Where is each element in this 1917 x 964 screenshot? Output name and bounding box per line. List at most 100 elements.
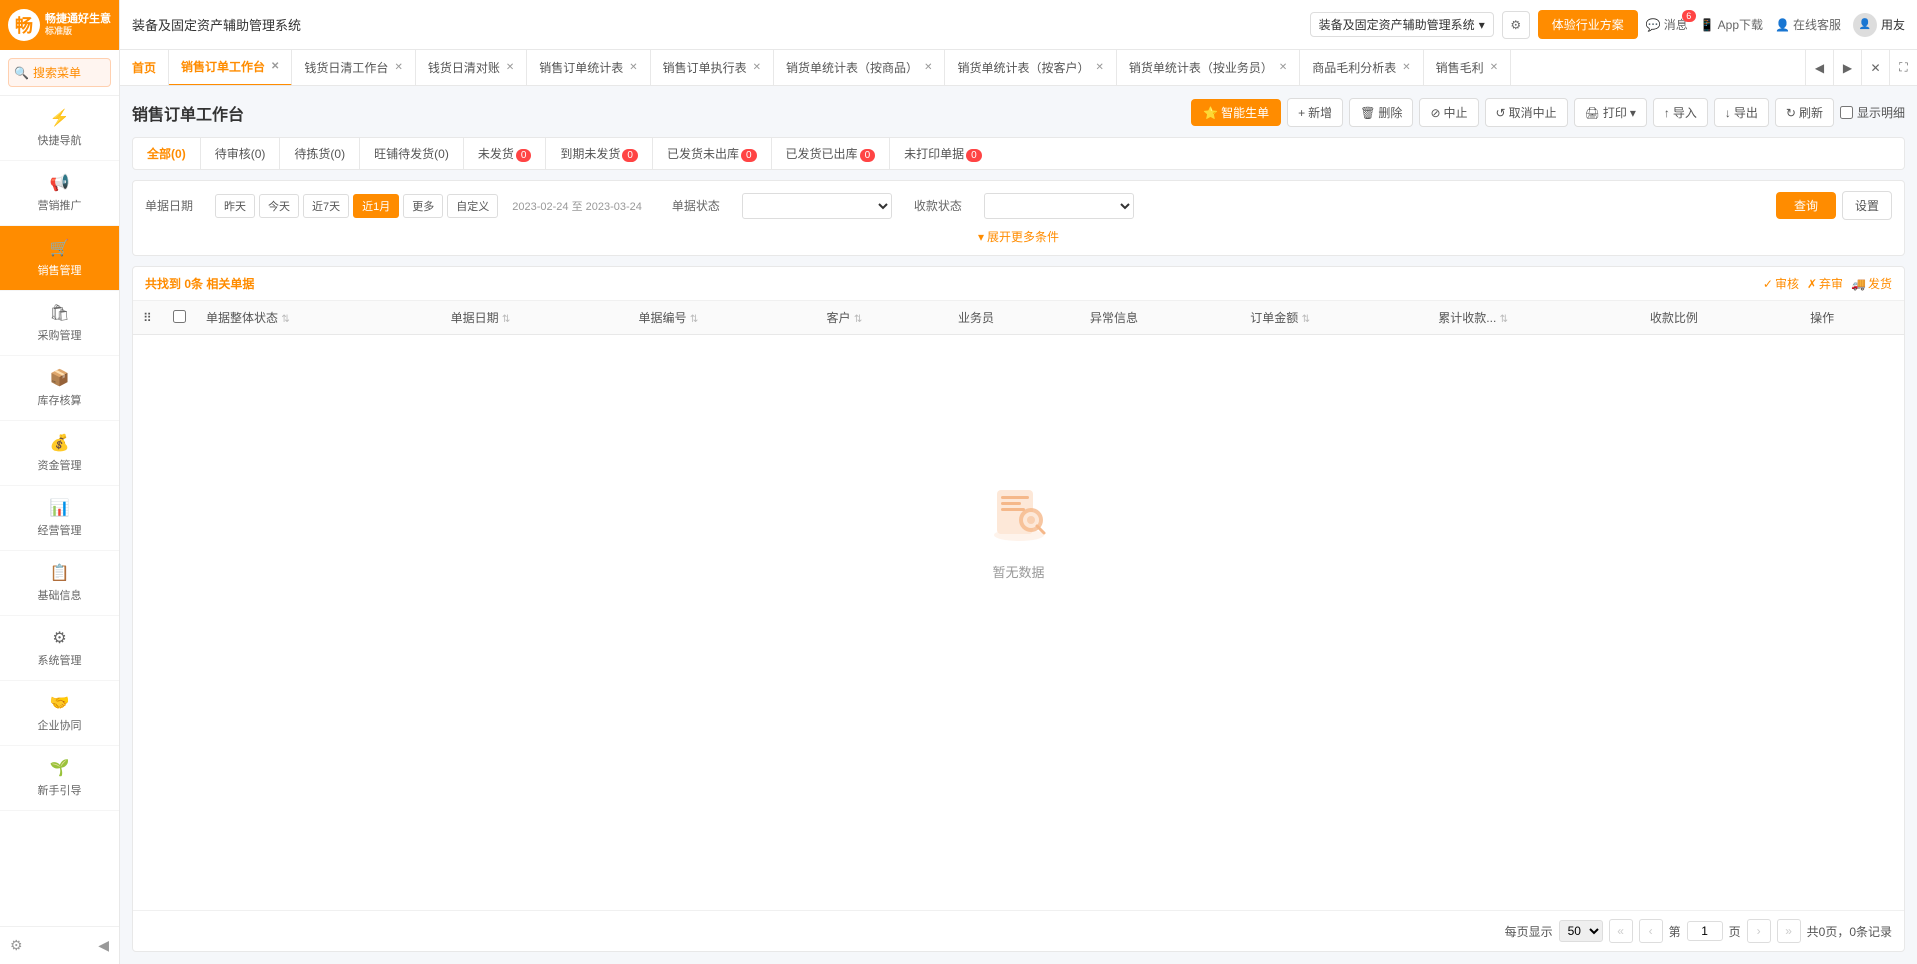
page-number-input[interactable] — [1687, 921, 1723, 941]
tab-goods-stat-cust[interactable]: 销货单统计表（按客户） ✕ — [945, 50, 1116, 86]
tab-cash-daily[interactable]: 钱货日清工作台 ✕ — [292, 50, 415, 86]
date-btn-more[interactable]: 更多 — [403, 194, 443, 218]
th-number[interactable]: 单据编号 ⇅ — [629, 301, 817, 335]
th-date[interactable]: 单据日期 ⇅ — [441, 301, 629, 335]
tab-close-icon[interactable]: ✕ — [1279, 62, 1287, 73]
tab-close-icon[interactable]: ✕ — [1490, 62, 1498, 73]
th-amount[interactable]: 订单金额 ⇅ — [1240, 301, 1428, 335]
next-page-button[interactable]: › — [1747, 919, 1771, 943]
app-download-button[interactable]: 📱 App下载 — [1700, 16, 1763, 33]
sidebar-item-marketing[interactable]: 📢 营销推广 — [0, 161, 119, 226]
select-all-checkbox[interactable] — [173, 310, 186, 323]
sidebar-item-ops[interactable]: 📊 经营管理 — [0, 486, 119, 551]
tab-close-icon[interactable]: ✕ — [394, 62, 402, 73]
date-btn-today[interactable]: 今天 — [259, 194, 299, 218]
filter-tab-wangpu[interactable]: 旺铺待发货(0) — [360, 138, 464, 169]
th-abnormal[interactable]: 异常信息 — [1080, 301, 1240, 335]
ship-button[interactable]: 🚚 发货 — [1851, 275, 1892, 292]
filter-tab-expired[interactable]: 到期未发货0 — [546, 138, 653, 169]
sidebar-item-basic[interactable]: 📋 基础信息 — [0, 551, 119, 616]
refresh-button[interactable]: ↻ 刷新 — [1775, 98, 1834, 127]
filter-tab-pending-review[interactable]: 待审核(0) — [201, 138, 281, 169]
sidebar-collapse-button[interactable]: ◀ — [98, 937, 109, 954]
sidebar-item-purchase[interactable]: 🛍 采购管理 — [0, 291, 119, 356]
filter-tab-all[interactable]: 全部(0) — [133, 138, 201, 169]
user-profile-button[interactable]: 👤 用友 — [1853, 13, 1905, 37]
filter-tab-not-printed[interactable]: 未打印单据0 — [890, 138, 996, 169]
print-button[interactable]: 🖨 打印 ▾ — [1574, 98, 1647, 127]
add-button[interactable]: + 新增 — [1287, 98, 1343, 127]
sidebar-item-finance[interactable]: 💰 资金管理 — [0, 421, 119, 486]
date-btn-custom[interactable]: 自定义 — [447, 194, 498, 218]
show-detail-label[interactable]: 显示明细 — [1840, 104, 1905, 121]
tab-scroll-left-button[interactable]: ◀ — [1805, 50, 1833, 86]
sidebar-item-enterprise[interactable]: 🤝 企业协同 — [0, 681, 119, 746]
tab-goods-margin[interactable]: 商品毛利分析表 ✕ — [1300, 50, 1423, 86]
filter-tab-shipped-out[interactable]: 已发货已出库0 — [772, 138, 891, 169]
th-ratio[interactable]: 收款比例 — [1640, 301, 1800, 335]
tab-home[interactable]: 首页 — [120, 50, 169, 86]
tab-close-icon[interactable]: ✕ — [506, 62, 514, 73]
review-button[interactable]: ✓ 审核 — [1763, 275, 1799, 292]
data-table: ⠿ 单据整体状态 ⇅ 单据日期 ⇅ — [133, 301, 1904, 335]
filter-tab-not-shipped[interactable]: 未发货0 — [464, 138, 547, 169]
payment-select[interactable] — [984, 193, 1134, 219]
table-scroll[interactable]: ⠿ 单据整体状态 ⇅ 单据日期 ⇅ — [133, 301, 1904, 910]
tab-maximize-button[interactable]: ⛶ — [1889, 50, 1917, 86]
tab-goods-stat-prod[interactable]: 销货单统计表（按商品） ✕ — [774, 50, 945, 86]
sidebar-item-sales[interactable]: 🛒 销售管理 — [0, 226, 119, 291]
prev-page-button[interactable]: ‹ — [1639, 919, 1663, 943]
tab-sales-stat[interactable]: 销售订单统计表 ✕ — [527, 50, 650, 86]
status-select[interactable] — [742, 193, 892, 219]
smart-create-button[interactable]: ⭐ 智能生单 — [1191, 99, 1281, 126]
tab-close-icon[interactable]: ✕ — [924, 62, 932, 73]
sidebar-item-newbie[interactable]: 🌱 新手引导 — [0, 746, 119, 811]
tab-sales-gross[interactable]: 销售毛利 ✕ — [1424, 50, 1511, 86]
tab-cash-ledger[interactable]: 钱货日清对账 ✕ — [416, 50, 527, 86]
last-page-button[interactable]: » — [1777, 919, 1801, 943]
per-page-select[interactable]: 50 — [1559, 920, 1603, 942]
tab-close-icon[interactable]: ✕ — [753, 62, 761, 73]
sidebar-item-inventory[interactable]: 📦 库存核算 — [0, 356, 119, 421]
sidebar-item-quick-nav[interactable]: ⚡ 快捷导航 — [0, 96, 119, 161]
th-checkbox[interactable] — [163, 301, 196, 335]
th-staff[interactable]: 业务员 — [948, 301, 1080, 335]
cancel-stop-button[interactable]: ↺ 取消中止 — [1485, 98, 1568, 127]
sidebar-item-system[interactable]: ⚙ 系统管理 — [0, 616, 119, 681]
expand-conditions-button[interactable]: ▾ 展开更多条件 — [978, 228, 1059, 245]
tab-close-icon[interactable]: ✕ — [629, 62, 637, 73]
tab-close-all-button[interactable]: ✕ — [1861, 50, 1889, 86]
online-service-button[interactable]: 👤 在线客服 — [1775, 16, 1841, 33]
tab-close-icon[interactable]: ✕ — [1402, 62, 1410, 73]
search-menu-button[interactable]: 🔍 搜索菜单 — [8, 58, 111, 87]
date-btn-1month[interactable]: 近1月 — [353, 194, 399, 218]
tab-close-icon[interactable]: ✕ — [271, 61, 279, 72]
import-button[interactable]: ↑ 导入 — [1653, 98, 1708, 127]
tab-sales-exec[interactable]: 销售订单执行表 ✕ — [651, 50, 774, 86]
search-bar: 单据日期 昨天 今天 近7天 近1月 更多 自定义 2023-02-24 至 2… — [132, 180, 1905, 256]
sidebar-settings-button[interactable]: ⚙ — [10, 937, 23, 954]
export-button[interactable]: ↓ 导出 — [1714, 98, 1769, 127]
show-detail-checkbox[interactable] — [1840, 106, 1853, 119]
message-button[interactable]: 💬 消息 6 — [1646, 16, 1688, 33]
cancel-review-button[interactable]: ✗ 弃审 — [1807, 275, 1843, 292]
th-received[interactable]: 累计收款... ⇅ — [1428, 301, 1640, 335]
tab-scroll-right-button[interactable]: ▶ — [1833, 50, 1861, 86]
tab-goods-stat-staff[interactable]: 销货单统计表（按业务员） ✕ — [1117, 50, 1300, 86]
delete-button[interactable]: 🗑 删除 — [1349, 98, 1413, 127]
stop-button[interactable]: ⊘ 中止 — [1419, 98, 1478, 127]
date-btn-yesterday[interactable]: 昨天 — [215, 194, 255, 218]
first-page-button[interactable]: « — [1609, 919, 1633, 943]
filter-tab-pending-check[interactable]: 待拣货(0) — [280, 138, 360, 169]
industry-solution-button[interactable]: 体验行业方案 — [1538, 10, 1638, 39]
tab-sales-workbench[interactable]: 销售订单工作台 ✕ — [169, 50, 292, 86]
topbar-settings-button[interactable]: ⚙ — [1502, 11, 1530, 39]
system-dropdown[interactable]: 装备及固定资产辅助管理系统 ▾ — [1310, 12, 1494, 37]
query-button[interactable]: 查询 — [1776, 192, 1836, 219]
th-customer[interactable]: 客户 ⇅ — [817, 301, 948, 335]
set-button[interactable]: 设置 — [1842, 191, 1892, 220]
th-status[interactable]: 单据整体状态 ⇅ — [196, 301, 441, 335]
filter-tab-shipped-not-out[interactable]: 已发货未出库0 — [653, 138, 772, 169]
tab-close-icon[interactable]: ✕ — [1095, 62, 1103, 73]
date-btn-7days[interactable]: 近7天 — [303, 194, 349, 218]
